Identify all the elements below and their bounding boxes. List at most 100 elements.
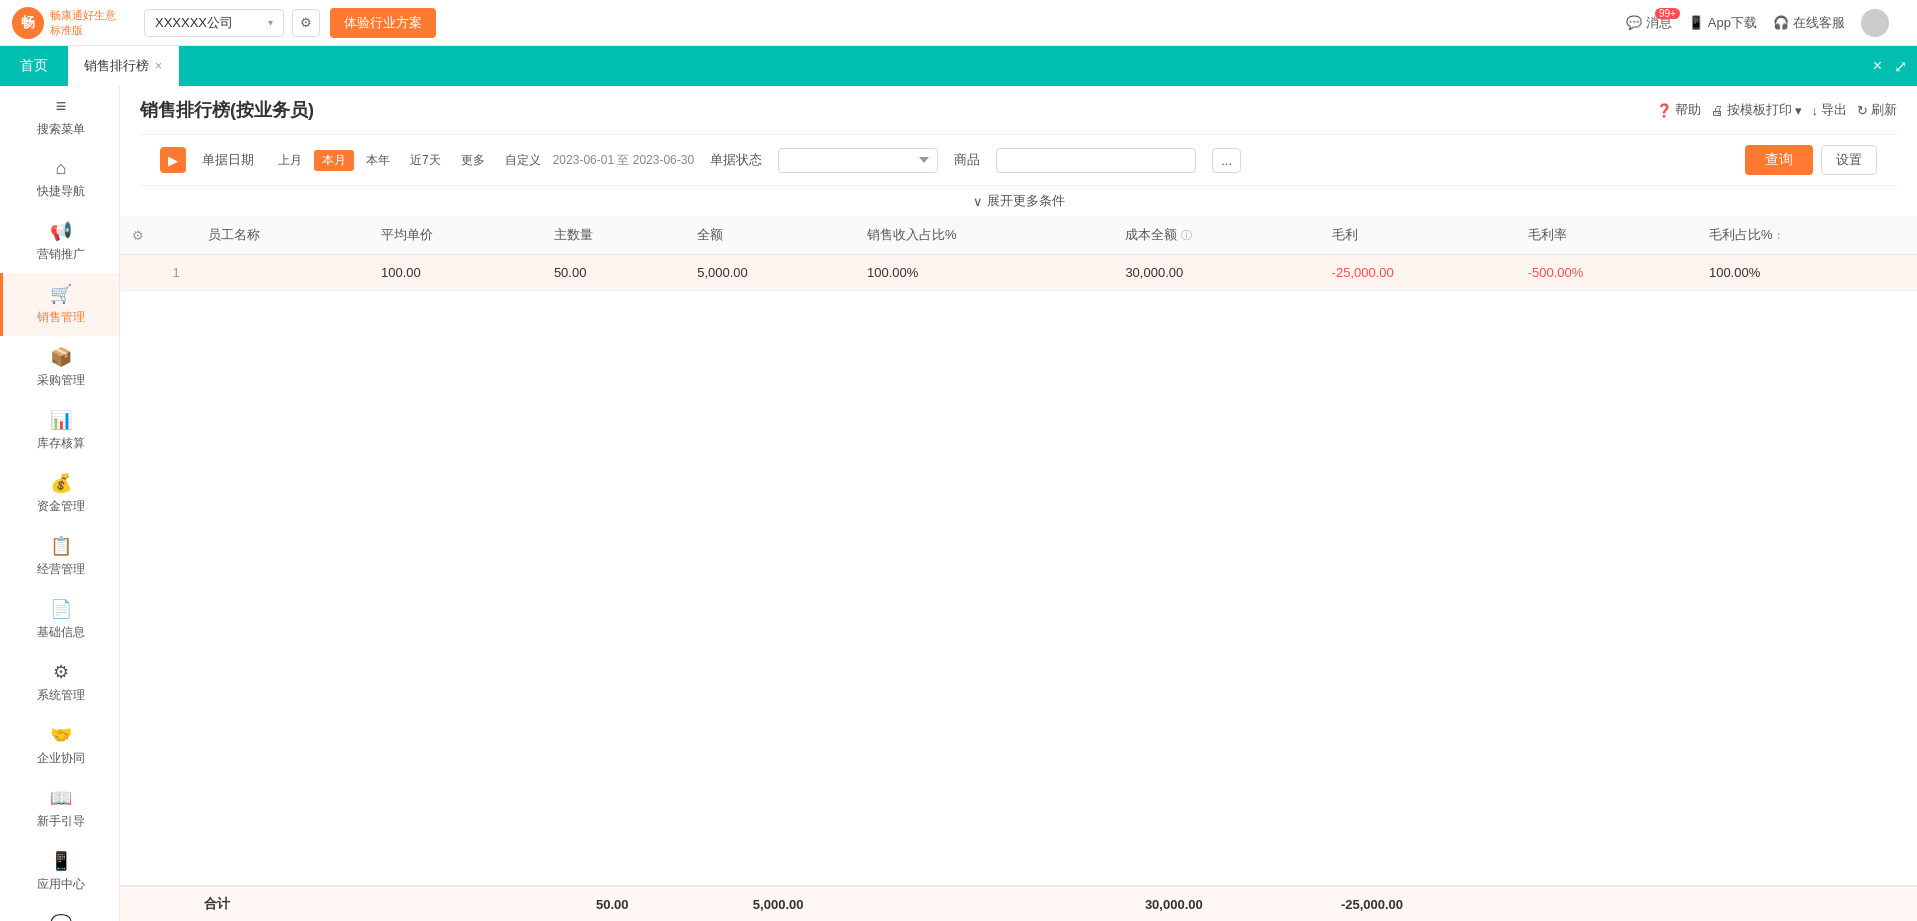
filter-area: ▶ 单据日期 上月 本月 本年 近7天 更多 自定义 2023-06	[140, 134, 1897, 185]
date-tab-more[interactable]: 更多	[453, 150, 493, 171]
column-settings[interactable]: ⚙	[120, 216, 156, 255]
row-gross: -25,000.00	[1320, 255, 1516, 291]
message-badge: 99+	[1655, 8, 1680, 19]
column-gross: 毛利	[1320, 216, 1516, 255]
footer-avg-price-cell	[427, 887, 584, 921]
sidebar-item-marketing[interactable]: 📢 营销推广	[0, 210, 119, 273]
export-button[interactable]: ↓ 导出	[1812, 101, 1848, 119]
tab-bar: 首页 销售排行榜 × × ⤢	[0, 46, 1917, 86]
row-amount: 5,000.00	[685, 255, 855, 291]
goods-ellipsis-button[interactable]: ...	[1212, 148, 1241, 173]
message-icon: 💬	[1626, 15, 1642, 30]
main-content: ≡ 搜索菜单 ⌂ 快捷导航 📢 营销推广 🛒 销售管理 📦 采购管理 📊 库存核…	[0, 86, 1917, 921]
logo-text: 畅康通好生意 标准版	[50, 8, 116, 37]
sidebar-item-wechat[interactable]: 💬 企业微信	[0, 903, 119, 921]
chevron-down-icon: ∨	[973, 194, 983, 209]
settings-button[interactable]: 设置	[1821, 145, 1877, 175]
sidebar-item-finance[interactable]: 💰 资金管理	[0, 462, 119, 525]
trial-button[interactable]: 体验行业方案	[330, 8, 436, 38]
export-icon: ↓	[1812, 103, 1819, 118]
refresh-button[interactable]: ↻ 刷新	[1857, 101, 1897, 119]
apps-icon: 📱	[50, 850, 72, 872]
query-button[interactable]: 查询	[1745, 145, 1813, 175]
operations-icon: 📋	[50, 535, 72, 557]
table-body: 1 100.00 50.00 5,000.00	[120, 255, 1917, 291]
cost-info-icon[interactable]: ⓘ	[1181, 229, 1192, 241]
online-service-button[interactable]: 🎧 在线客服	[1773, 14, 1845, 32]
table-footer: 合计 50.00 5,000.00 30,000.00 -25,000.00	[120, 885, 1917, 921]
date-tab-7days[interactable]: 近7天	[402, 150, 449, 171]
finance-icon: 💰	[50, 472, 72, 494]
expand-icon[interactable]: ⤢	[1894, 57, 1907, 76]
goods-filter-input[interactable]	[996, 148, 1196, 173]
chevron-down-icon: ▾	[268, 17, 273, 28]
sidebar-item-apps[interactable]: 📱 应用中心	[0, 840, 119, 903]
sidebar-item-basics[interactable]: 📄 基础信息	[0, 588, 119, 651]
column-quantity: 主数量	[542, 216, 685, 255]
footer-gross-rate-cell	[1525, 887, 1721, 921]
app-download-button[interactable]: 📱 App下载	[1688, 14, 1757, 32]
sidebar-item-search[interactable]: ≡ 搜索菜单	[0, 86, 119, 148]
page-title-row: 销售排行榜(按业务员) ❓ 帮助 🖨 按模板打印 ▾ ↓ 导出	[140, 98, 1897, 122]
column-avg-price: 平均单价	[369, 216, 542, 255]
page-header: 销售排行榜(按业务员) ❓ 帮助 🖨 按模板打印 ▾ ↓ 导出	[120, 86, 1917, 216]
column-employee-name: 员工名称	[196, 216, 369, 255]
message-button[interactable]: 💬 消息 99+	[1626, 14, 1672, 32]
system-icon: ⚙	[53, 661, 69, 683]
status-filter-select[interactable]	[778, 148, 938, 173]
page-title: 销售排行榜(按业务员)	[140, 98, 314, 122]
print-button[interactable]: 🖨 按模板打印 ▾	[1711, 101, 1802, 119]
marketing-icon: 📢	[50, 220, 72, 242]
date-tab-custom[interactable]: 自定义	[497, 150, 549, 171]
sidebar-item-purchase[interactable]: 📦 采购管理	[0, 336, 119, 399]
sidebar-item-cooperation[interactable]: 🤝 企业协同	[0, 714, 119, 777]
column-cost: 成本全额 ⓘ	[1113, 216, 1319, 255]
row-rank: 1	[156, 255, 196, 291]
sidebar-item-quicknav[interactable]: ⌂ 快捷导航	[0, 148, 119, 210]
close-all-tabs-icon[interactable]: ×	[1873, 57, 1882, 75]
top-right-actions: 💬 消息 99+ 📱 App下载 🎧 在线客服	[1626, 9, 1905, 37]
company-selector[interactable]: XXXXXX公司 ▾	[144, 9, 284, 37]
tab-home[interactable]: 首页	[0, 46, 68, 86]
footer-gross: -25,000.00	[1329, 887, 1525, 921]
sidebar-item-operations[interactable]: 📋 经营管理	[0, 525, 119, 588]
grosspct-sort-icon[interactable]: ↕	[1776, 229, 1782, 241]
date-tab-last-month[interactable]: 上月	[270, 150, 310, 171]
filter-row: 单据日期 上月 本月 本年 近7天 更多 自定义 2023-06-01 至 20…	[202, 145, 1877, 175]
tab-close-icon[interactable]: ×	[155, 59, 162, 73]
inventory-icon: 📊	[50, 409, 72, 431]
date-tab-this-year[interactable]: 本年	[358, 150, 398, 171]
column-rank	[156, 216, 196, 255]
row-avg-price: 100.00	[369, 255, 542, 291]
footer-table: 合计 50.00 5,000.00 30,000.00 -25,000.00	[120, 887, 1917, 921]
footer-amount: 5,000.00	[741, 887, 937, 921]
tab-sales-ranking[interactable]: 销售排行榜 ×	[68, 46, 179, 86]
avatar[interactable]	[1861, 9, 1889, 37]
date-tab-this-month[interactable]: 本月	[314, 150, 354, 171]
sidebar-item-sales[interactable]: 🛒 销售管理	[0, 273, 119, 336]
filter-toggle-button[interactable]: ▶	[160, 147, 186, 173]
wechat-icon: 💬	[50, 913, 72, 921]
date-range-display: 2023-06-01 至 2023-06-30	[553, 152, 694, 169]
table-row: 1 100.00 50.00 5,000.00	[120, 255, 1917, 291]
expand-more-row: ∨ 展开更多条件	[140, 185, 1897, 216]
column-sales-pct: 销售收入占比%	[855, 216, 1113, 255]
sidebar-item-inventory[interactable]: 📊 库存核算	[0, 399, 119, 462]
basics-icon: 📄	[50, 598, 72, 620]
sidebar: ≡ 搜索菜单 ⌂ 快捷导航 📢 营销推广 🛒 销售管理 📦 采购管理 📊 库存核…	[0, 86, 120, 921]
row-sales-pct: 100.00%	[855, 255, 1113, 291]
row-employee-name	[196, 255, 369, 291]
help-link[interactable]: ❓ 帮助	[1656, 101, 1701, 119]
sidebar-item-system[interactable]: ⚙ 系统管理	[0, 651, 119, 714]
top-settings-button[interactable]: ⚙	[292, 9, 320, 37]
top-bar: 畅 畅康通好生意 标准版 XXXXXX公司 ▾ ⚙ 体验行业方案 💬 消息 99…	[0, 0, 1917, 46]
filter-right-actions: 查询 设置	[1745, 145, 1877, 175]
expand-more-button[interactable]: ∨ 展开更多条件	[963, 190, 1075, 212]
logo-area: 畅 畅康通好生意 标准版	[12, 7, 132, 39]
page-content: 销售排行榜(按业务员) ❓ 帮助 🖨 按模板打印 ▾ ↓ 导出	[120, 86, 1917, 921]
date-tabs: 上月 本月 本年 近7天 更多 自定义 2023-06-01 至 2023-06…	[270, 150, 694, 171]
sidebar-item-guide[interactable]: 📖 新手引导	[0, 777, 119, 840]
row-gross-pct: 100.00%	[1697, 255, 1917, 291]
goods-filter-label: 商品	[954, 151, 980, 169]
footer-cost: 30,000.00	[1133, 887, 1329, 921]
